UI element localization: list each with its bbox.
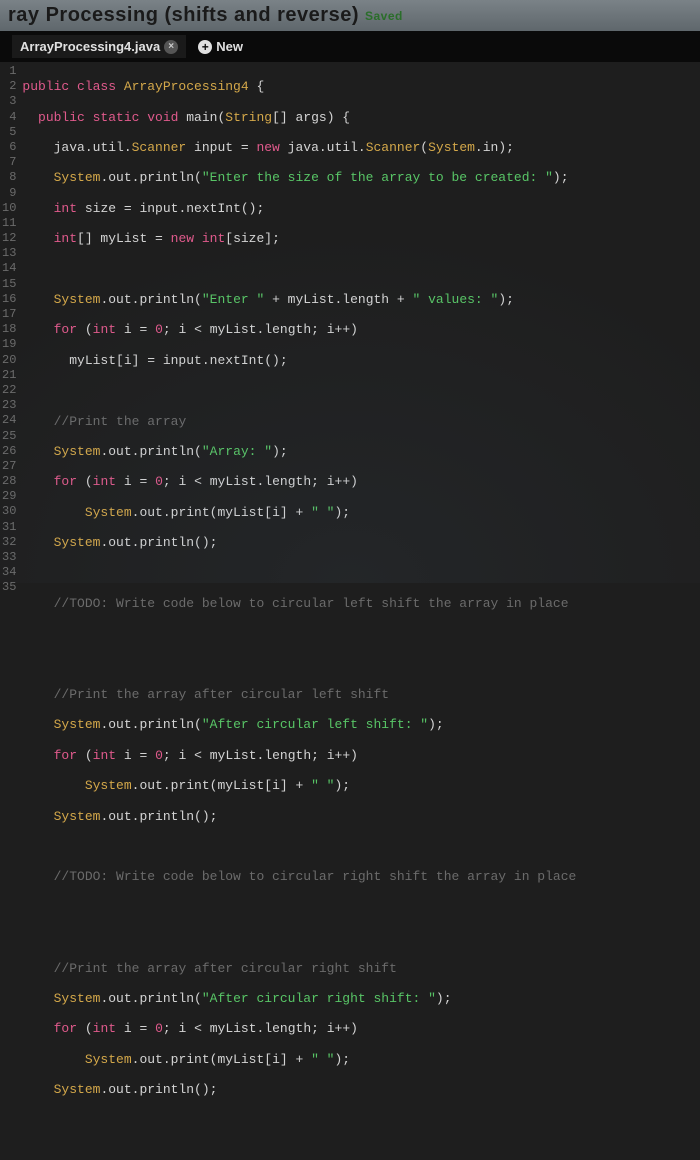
new-tab-button[interactable]: + New: [198, 39, 243, 54]
window-title: ray Processing (shifts and reverse): [8, 4, 359, 27]
tab-bar: ArrayProcessing4.java × + New: [0, 31, 700, 62]
window-title-bar: ray Processing (shifts and reverse) Save…: [0, 0, 700, 31]
new-tab-label: New: [216, 39, 243, 54]
tab-arrayprocessing4[interactable]: ArrayProcessing4.java ×: [12, 35, 186, 58]
code-content[interactable]: public class ArrayProcessing4 { public s…: [22, 62, 700, 1160]
save-status: Saved: [365, 9, 403, 23]
plus-icon: +: [198, 40, 212, 54]
close-icon[interactable]: ×: [164, 40, 178, 54]
line-gutter: 1234567891011121314151617181920212223242…: [0, 62, 22, 1160]
tab-label: ArrayProcessing4.java: [20, 39, 160, 54]
code-editor[interactable]: 1234567891011121314151617181920212223242…: [0, 62, 700, 1160]
